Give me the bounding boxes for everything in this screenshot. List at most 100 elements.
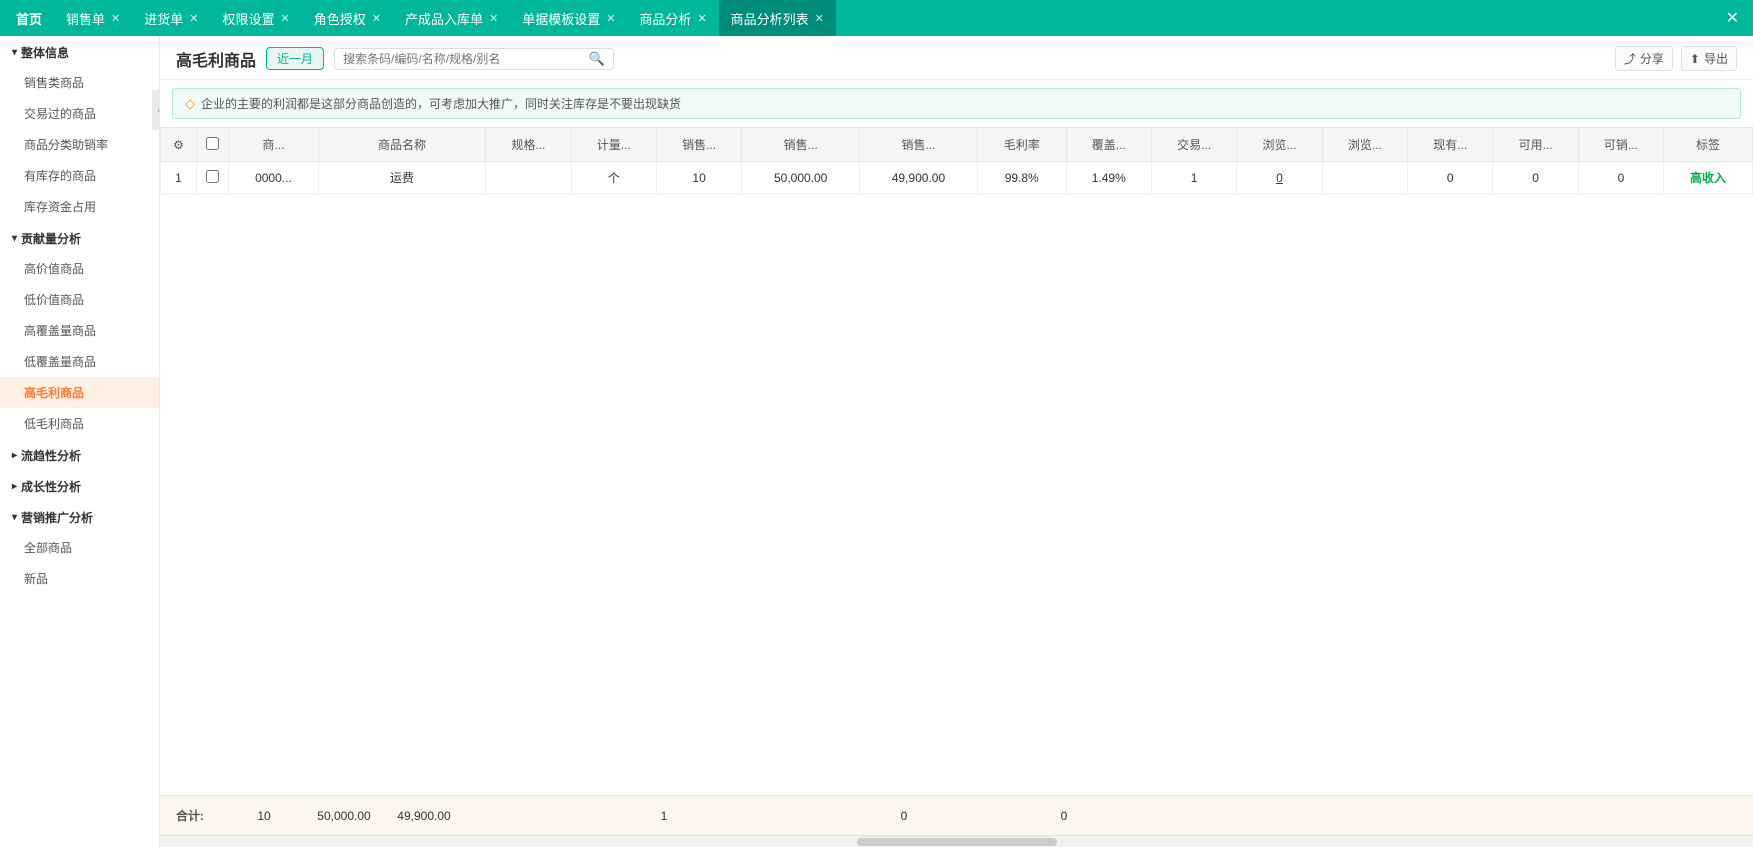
td-index: 1 [161, 162, 197, 194]
close-icon[interactable]: ✕ [189, 12, 198, 25]
nav-tab-analysis-list[interactable]: 商品分析列表 ✕ [719, 0, 836, 36]
th-available[interactable]: 可用... [1493, 128, 1578, 162]
sidebar-item-capital[interactable]: 库存资金占用 [0, 191, 159, 222]
data-table: ⚙ 商... 商品名称 规格... 计量... 销售... 销售... 销售..… [160, 127, 1753, 194]
th-coverage[interactable]: 覆盖... [1066, 128, 1151, 162]
search-box: 🔍 [334, 48, 614, 70]
row-checkbox[interactable] [206, 170, 219, 183]
footer-empty4 [784, 809, 864, 823]
nav-tab-stock[interactable]: 产成品入库单 ✕ [393, 0, 510, 36]
th-gross-margin[interactable]: 毛利率 [977, 128, 1066, 162]
td-coverage: 1.49% [1066, 162, 1151, 194]
sidebar-section-overall[interactable]: ▾ 整体信息 [0, 36, 159, 67]
close-icon[interactable]: ✕ [697, 12, 706, 25]
period-button[interactable]: 近一月 [266, 47, 324, 70]
td-sales-profit: 49,900.00 [860, 162, 978, 194]
export-icon: ⬆ [1690, 52, 1700, 66]
share-icon: ⤴ [1624, 50, 1636, 67]
nav-tab-purchase[interactable]: 进货单 ✕ [132, 0, 210, 36]
nav-tab-permission[interactable]: 权限设置 ✕ [210, 0, 301, 36]
nav-tab-sales[interactable]: 销售单 ✕ [54, 0, 132, 36]
close-icon[interactable]: ✕ [372, 12, 381, 25]
close-icon[interactable]: ✕ [111, 12, 120, 25]
th-name[interactable]: 商品名称 [318, 128, 485, 162]
sidebar-item-in-stock[interactable]: 有库存的商品 [0, 160, 159, 191]
footer-sales-amount: 50,000.00 [304, 809, 384, 823]
arrow-icon: ▾ [12, 512, 17, 523]
th-tag[interactable]: 标签 [1664, 128, 1753, 162]
sidebar-item-sales-goods[interactable]: 销售类商品 [0, 67, 159, 98]
td-unit: 个 [571, 162, 656, 194]
close-icon[interactable]: ✕ [606, 12, 615, 25]
td-available: 0 [1493, 162, 1578, 194]
th-code[interactable]: 商... [229, 128, 319, 162]
sidebar-item-high-margin[interactable]: 高毛利商品 [0, 377, 159, 408]
scroll-thumb[interactable] [857, 838, 1057, 846]
footer-values: 10 50,000.00 49,900.00 1 0 0 [224, 809, 1737, 823]
th-trade[interactable]: 交易... [1151, 128, 1236, 162]
th-spec[interactable]: 规格... [486, 128, 571, 162]
th-sales-amount[interactable]: 销售... [742, 128, 860, 162]
td-view1[interactable]: 0 [1237, 162, 1322, 194]
footer-trade: 1 [624, 809, 704, 823]
th-saleable[interactable]: 可销... [1578, 128, 1663, 162]
th-view2[interactable]: 浏览... [1322, 128, 1407, 162]
td-name: 运费 [318, 162, 485, 194]
search-icon[interactable]: 🔍 [589, 51, 605, 67]
close-icon[interactable]: ✕ [281, 12, 290, 25]
close-icon[interactable]: ✕ [815, 12, 824, 25]
sidebar-item-low-coverage[interactable]: 低覆盖量商品 [0, 346, 159, 377]
td-checkbox[interactable] [197, 162, 229, 194]
sidebar-item-high-coverage[interactable]: 高覆盖量商品 [0, 315, 159, 346]
bottom-scrollbar[interactable] [160, 835, 1753, 847]
td-view2 [1322, 162, 1407, 194]
footer-label: 合计: [176, 807, 204, 824]
td-current-stock: 0 [1408, 162, 1493, 194]
arrow-icon: ▾ [12, 233, 17, 244]
close-all-button[interactable]: ✕ [1716, 8, 1749, 28]
th-current-stock[interactable]: 现有... [1408, 128, 1493, 162]
sidebar-item-high-value[interactable]: 高价值商品 [0, 253, 159, 284]
footer-sales-profit: 49,900.00 [384, 809, 464, 823]
th-sales-qty[interactable]: 销售... [656, 128, 741, 162]
nav-tab-template[interactable]: 单据模板设置 ✕ [510, 0, 627, 36]
table-row: 1 0000... 运费 个 10 50,000.00 49,900.00 99… [161, 162, 1753, 194]
footer-saleable: 0 [1024, 809, 1104, 823]
sidebar-item-new-goods[interactable]: 新品 [0, 563, 159, 594]
footer-empty1 [464, 809, 544, 823]
nav-tab-role[interactable]: 角色授权 ✕ [302, 0, 393, 36]
close-icon[interactable]: ✕ [489, 12, 498, 25]
export-button[interactable]: ⬆ 导出 [1681, 46, 1737, 71]
sidebar-item-traded-goods[interactable]: 交易过的商品 [0, 98, 159, 129]
td-trade: 1 [1151, 162, 1236, 194]
sidebar-item-category-rate[interactable]: 商品分类助销率 [0, 129, 159, 160]
table-container: ⚙ 商... 商品名称 规格... 计量... 销售... 销售... 销售..… [160, 127, 1753, 795]
tip-icon: ◇ [185, 96, 195, 112]
sidebar-item-low-value[interactable]: 低价值商品 [0, 284, 159, 315]
search-input[interactable] [343, 52, 589, 66]
sidebar-item-low-margin[interactable]: 低毛利商品 [0, 408, 159, 439]
page-title: 高毛利商品 [176, 47, 256, 71]
td-code: 0000... [229, 162, 319, 194]
th-view1[interactable]: 浏览... [1237, 128, 1322, 162]
main-layout: « ▾ 整体信息 销售类商品 交易过的商品 商品分类助销率 有库存的商品 库存资… [0, 36, 1753, 847]
th-sales-profit[interactable]: 销售... [860, 128, 978, 162]
sidebar-item-all-goods[interactable]: 全部商品 [0, 532, 159, 563]
sidebar-section-flow[interactable]: ▸ 流趋性分析 [0, 439, 159, 470]
share-button[interactable]: ⤴ 分享 [1615, 46, 1673, 71]
sidebar-section-growth[interactable]: ▸ 成长性分析 [0, 470, 159, 501]
sidebar-section-contribution[interactable]: ▾ 贡献量分析 [0, 222, 159, 253]
arrow-icon: ▾ [12, 47, 17, 58]
th-settings[interactable]: ⚙ [161, 128, 197, 162]
footer-empty3 [704, 809, 784, 823]
nav-tab-home[interactable]: 首页 [4, 0, 54, 36]
sidebar-toggle[interactable]: « [152, 90, 160, 130]
nav-tab-analysis[interactable]: 商品分析 ✕ [627, 0, 718, 36]
th-unit[interactable]: 计量... [571, 128, 656, 162]
select-all-checkbox[interactable] [206, 137, 219, 150]
td-tag: 高收入 [1664, 162, 1753, 194]
header-actions: ⤴ 分享 ⬆ 导出 [1615, 46, 1737, 71]
info-bar: ◇ 企业的主要的利润都是这部分商品创造的，可考虑加大推广，同时关注库存是不要出现… [172, 88, 1741, 119]
th-checkbox[interactable] [197, 128, 229, 162]
sidebar-section-marketing[interactable]: ▾ 营销推广分析 [0, 501, 159, 532]
